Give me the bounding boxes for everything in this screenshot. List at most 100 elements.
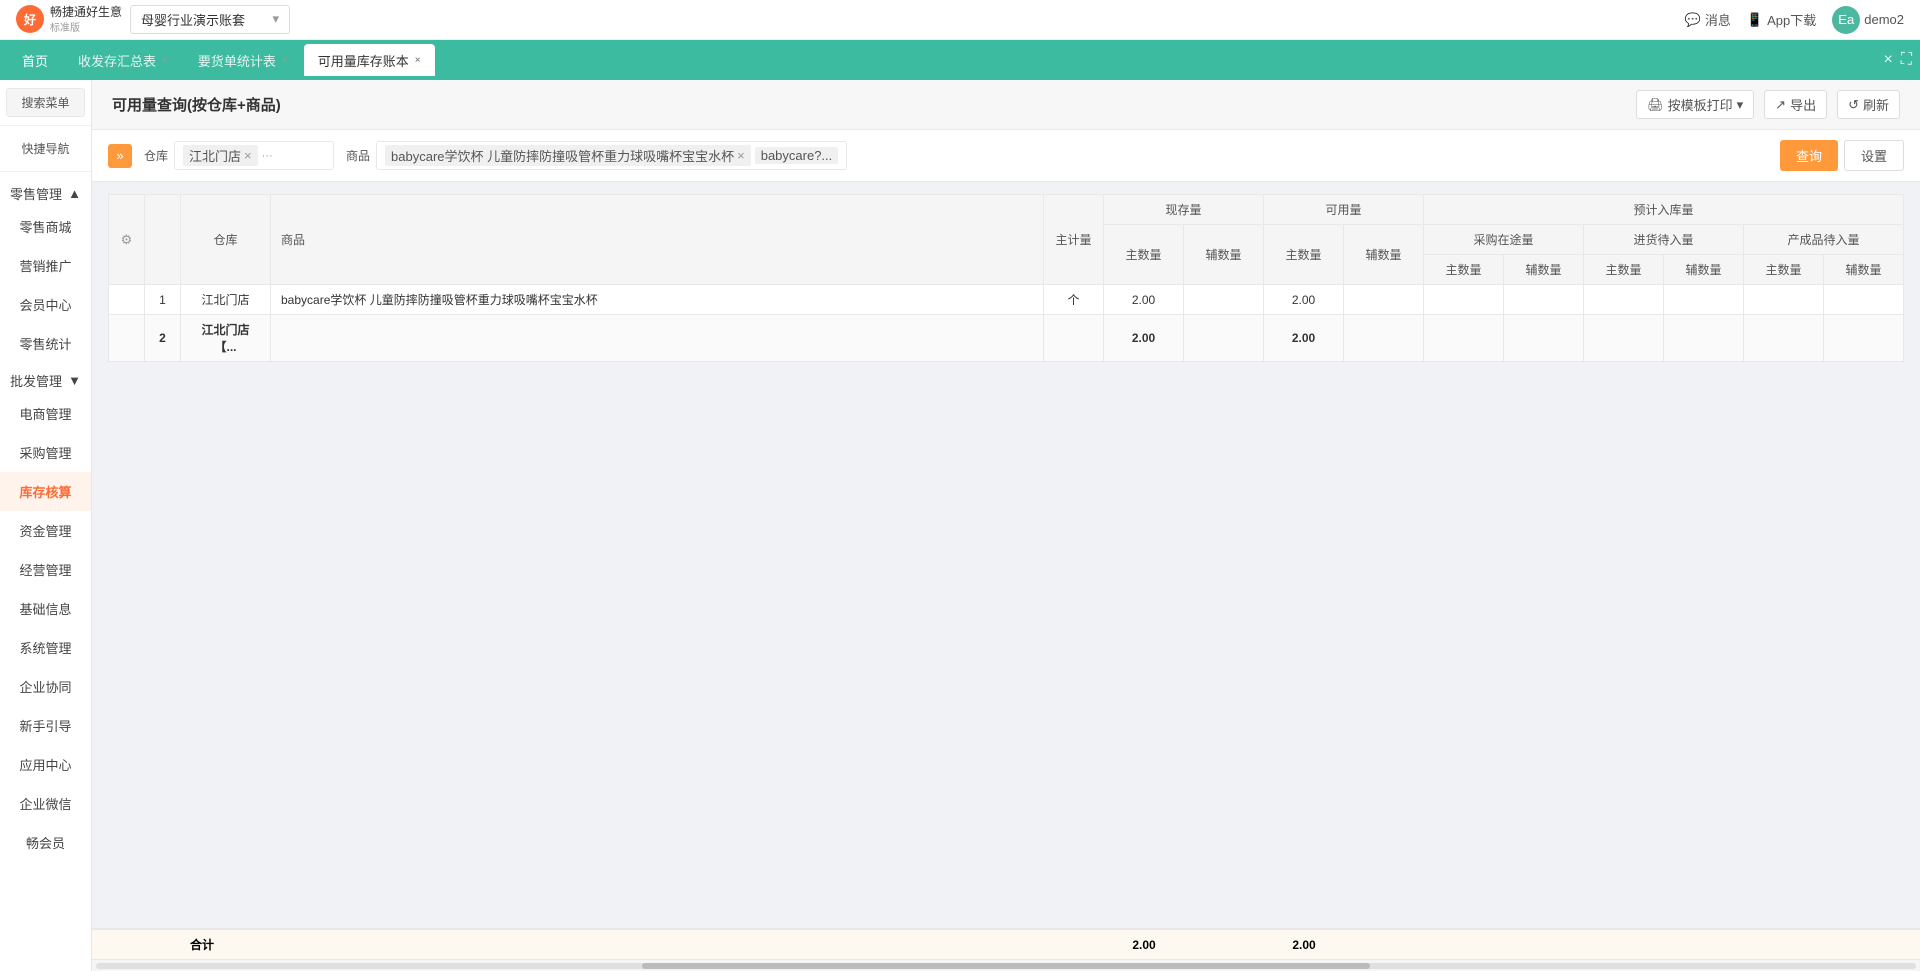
sidebar-item-basics[interactable]: 基础信息 (0, 589, 91, 628)
app-download-label: App下载 (1767, 10, 1816, 29)
cell-production-aux-g (1824, 315, 1904, 362)
warehouse-tags-input[interactable]: 江北门店 × ··· (174, 141, 334, 170)
sidebar-item-marketing[interactable]: 营销推广 (0, 246, 91, 285)
remove-product-tag-babycare[interactable]: × (737, 148, 745, 163)
table-row: 2 江北门店【... 2.00 2.00 (109, 315, 1904, 362)
logo-text-group: 畅捷通好生意 标准版 (50, 5, 122, 34)
sidebar-item-newguide[interactable]: 新手引导 (0, 706, 91, 745)
cell-index-g: 2 (145, 315, 181, 362)
nav-right-actions: × ⛶ (1883, 51, 1912, 69)
user-name: demo2 (1864, 12, 1904, 27)
th-index (145, 195, 181, 285)
query-button[interactable]: 查询 (1780, 140, 1838, 171)
sidebar-item-wechat[interactable]: 企业微信 (0, 784, 91, 823)
sidebar-item-operations[interactable]: 经营管理 (0, 550, 91, 589)
top-bar: 好 畅捷通好生意 标准版 母婴行业演示账套 ▾ 💬 消息 📱 App下载 Ea … (0, 0, 1920, 40)
sidebar-group-retail[interactable]: 零售管理 ▲ (0, 176, 91, 207)
message-button[interactable]: 💬 消息 (1685, 10, 1731, 29)
cell-production-main-g (1744, 315, 1824, 362)
logo-icon: 好 (16, 5, 44, 33)
close-tab-order-stats[interactable]: × (282, 55, 288, 66)
sidebar-item-wechat-label: 企业微信 (19, 794, 71, 813)
sidebar-group-wholesale-label: 批发管理 (10, 371, 62, 390)
print-template-button[interactable]: 🖨 按模板打印 ▾ (1636, 90, 1754, 119)
chevron-up-icon: ▲ (68, 186, 81, 201)
sidebar-item-retail-stats-label: 零售统计 (19, 334, 71, 353)
filter-actions: 查询 设置 (1780, 140, 1904, 171)
sidebar-item-vip[interactable]: 畅会员 (0, 823, 91, 862)
footer-stock-aux (1184, 930, 1264, 959)
footer-available-main: 2.00 (1264, 930, 1344, 959)
remove-warehouse-tag-jiangbei[interactable]: × (244, 148, 252, 163)
footer-label: 合计 (180, 930, 270, 959)
th-settings[interactable]: ⚙ (109, 195, 145, 285)
footer-product-empty (270, 930, 1044, 959)
table-container: ⚙ 仓库 商品 主计量 现存量 可用量 预计入库量 主数量 辅数量 主数量 (92, 182, 1920, 928)
print-label: 按模板打印 (1668, 95, 1733, 114)
app-download-button[interactable]: 📱 App下载 (1747, 10, 1816, 29)
sidebar-item-vip-label: 畅会员 (26, 833, 65, 852)
filter-bar: » 仓库 江北门店 × ··· 商品 babycare学饮杯 儿童防摔防撞吸管杯… (92, 130, 1920, 182)
sidebar-item-appcenter[interactable]: 应用中心 (0, 745, 91, 784)
sidebar-item-inventory[interactable]: 库存核算 (0, 472, 91, 511)
sidebar-group-wholesale[interactable]: 批发管理 ▼ (0, 363, 91, 394)
th-purchase-main: 主数量 (1424, 255, 1504, 285)
th-forecast-group: 预计入库量 (1424, 195, 1904, 225)
table-row: 1 江北门店 babycare学饮杯 儿童防摔防撞吸管杯重力球吸嘴杯宝宝水杯 个… (109, 285, 1904, 315)
main-layout: 搜索菜单 快捷导航 零售管理 ▲ 零售商城 营销推广 会员中心 零售统计 批发管 (0, 80, 1920, 971)
sidebar-item-ecommerce[interactable]: 电商管理 (0, 394, 91, 433)
sidebar-item-purchase[interactable]: 采购管理 (0, 433, 91, 472)
close-all-tabs-button[interactable]: × (1883, 51, 1892, 69)
sidebar-item-finance[interactable]: 资金管理 (0, 511, 91, 550)
product-tag-babycare2-label: babycare?... (761, 148, 833, 163)
footer-stock-main: 2.00 (1104, 930, 1184, 959)
sidebar-sections: 零售管理 ▲ 零售商城 营销推广 会员中心 零售统计 批发管理 ▼ 电商管理 (0, 172, 91, 866)
footer-unit-empty (1044, 930, 1104, 959)
product-filter-group: 商品 babycare学饮杯 儿童防摔防撞吸管杯重力球吸嘴杯宝宝水杯 × bab… (346, 141, 847, 170)
scrollbar-area[interactable] (92, 959, 1920, 971)
sidebar-item-appcenter-label: 应用中心 (19, 755, 71, 774)
sidebar-item-member-label: 会员中心 (19, 295, 71, 314)
sidebar-item-member[interactable]: 会员中心 (0, 285, 91, 324)
refresh-label: 刷新 (1863, 95, 1889, 114)
sidebar-item-system[interactable]: 系统管理 (0, 628, 91, 667)
export-label: 导出 (1790, 95, 1816, 114)
product-tags-input[interactable]: babycare学饮杯 儿童防摔防撞吸管杯重力球吸嘴杯宝宝水杯 × babyca… (376, 141, 847, 170)
th-production-main: 主数量 (1744, 255, 1824, 285)
tab-home-label: 首页 (22, 51, 48, 70)
sidebar-item-basics-label: 基础信息 (19, 599, 71, 618)
user-profile[interactable]: Ea demo2 (1832, 6, 1904, 34)
product-tag-babycare2: babycare?... (755, 147, 839, 164)
content-area: 可用量查询(按仓库+商品) 🖨 按模板打印 ▾ ↗ 导出 ↺ 刷新 (92, 80, 1920, 971)
close-tab-available-stock[interactable]: × (415, 55, 421, 66)
cell-incoming-main (1584, 285, 1664, 315)
tab-home[interactable]: 首页 (8, 44, 62, 76)
fullscreen-button[interactable]: ⛶ (1901, 51, 1912, 69)
nav-tabs: 首页 收发存汇总表 × 要货单统计表 × 可用量库存账本 × × ⛶ (0, 40, 1920, 80)
scrollbar-thumb[interactable] (642, 963, 1370, 969)
th-purchase-group: 采购在途量 (1424, 225, 1584, 255)
product-tag-babycare: babycare学饮杯 儿童防摔防撞吸管杯重力球吸嘴杯宝宝水杯 × (385, 145, 751, 166)
refresh-button[interactable]: ↺ 刷新 (1837, 90, 1900, 119)
industry-label: 母婴行业演示账套 (141, 10, 245, 29)
sidebar-item-retail-stats[interactable]: 零售统计 (0, 324, 91, 363)
tab-receive-summary[interactable]: 收发存汇总表 × (64, 44, 182, 76)
tab-order-stats[interactable]: 要货单统计表 × (184, 44, 302, 76)
page-header: 可用量查询(按仓库+商品) 🖨 按模板打印 ▾ ↗ 导出 ↺ 刷新 (92, 80, 1920, 130)
settings-button[interactable]: 设置 (1844, 140, 1904, 171)
close-tab-receive-summary[interactable]: × (162, 55, 168, 66)
export-button[interactable]: ↗ 导出 (1764, 90, 1827, 119)
th-stock-main: 主数量 (1104, 225, 1184, 285)
tab-available-stock[interactable]: 可用量库存账本 × (304, 44, 435, 76)
industry-selector[interactable]: 母婴行业演示账套 ▾ (130, 5, 290, 34)
page-actions: 🖨 按模板打印 ▾ ↗ 导出 ↺ 刷新 (1636, 90, 1900, 119)
export-icon: ↗ (1775, 97, 1786, 113)
warehouse-more-icon[interactable]: ··· (262, 150, 273, 162)
search-menu-button[interactable]: 搜索菜单 (6, 88, 85, 117)
th-stock-group: 现存量 (1104, 195, 1264, 225)
filter-toggle-button[interactable]: » (108, 144, 132, 168)
sidebar-item-quick-nav[interactable]: 快捷导航 (0, 132, 91, 165)
sidebar-item-retail-mall[interactable]: 零售商城 (0, 207, 91, 246)
settings-icon[interactable]: ⚙ (121, 232, 133, 247)
sidebar-item-enterprise[interactable]: 企业协同 (0, 667, 91, 706)
